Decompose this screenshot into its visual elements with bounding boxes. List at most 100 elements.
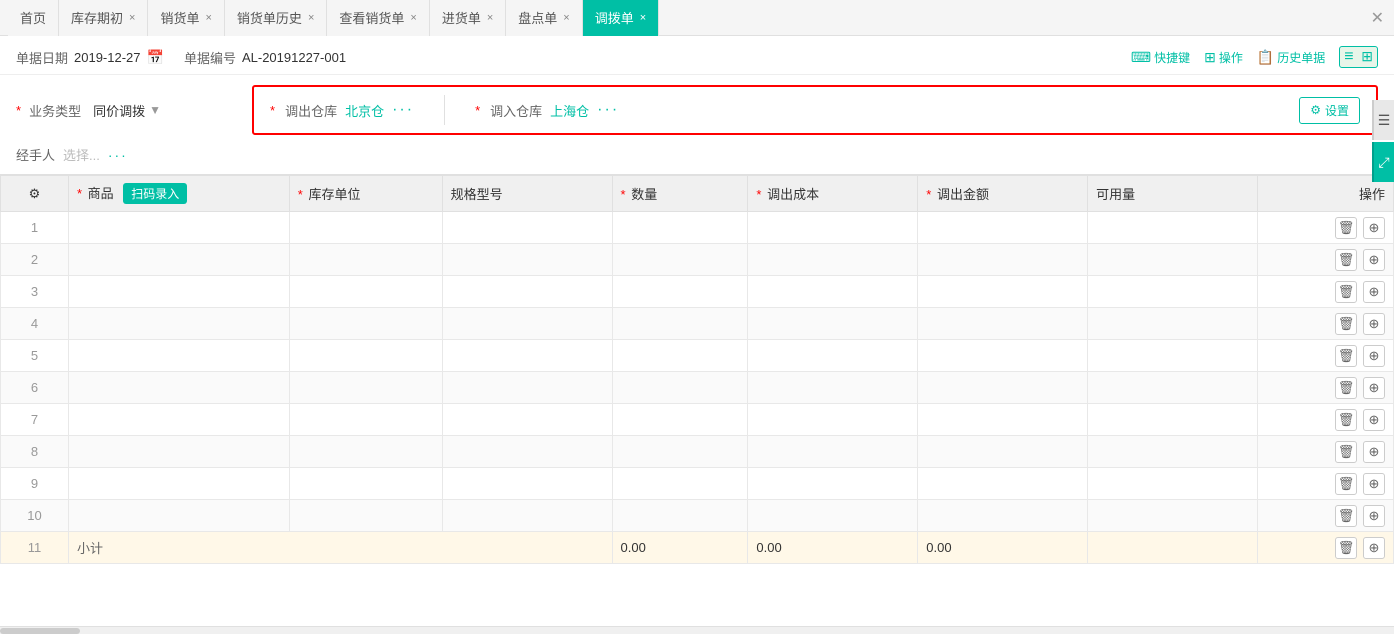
- row-unit[interactable]: [289, 340, 442, 372]
- tab-sales-history[interactable]: 销货单历史 ×: [225, 0, 327, 36]
- row-product[interactable]: [68, 404, 289, 436]
- list-view-icon[interactable]: ≡: [1344, 48, 1353, 65]
- row-delete-btn[interactable]: 🗑: [1335, 473, 1357, 495]
- tab-home[interactable]: 首页: [8, 0, 59, 36]
- tab-transfer-close[interactable]: ×: [640, 12, 646, 24]
- warehouse-out-more[interactable]: ···: [392, 101, 414, 119]
- row-qty[interactable]: [612, 308, 748, 340]
- scroll-thumb[interactable]: [0, 628, 80, 634]
- row-unit[interactable]: [289, 212, 442, 244]
- sidebar-expand-icon[interactable]: ⤢: [1372, 142, 1394, 182]
- subtotal-copy-btn[interactable]: ⊕: [1363, 537, 1385, 559]
- row-qty[interactable]: [612, 500, 748, 532]
- tab-purchase[interactable]: 进货单 ×: [430, 0, 506, 36]
- shortcut-button[interactable]: ⌨ 快捷键: [1131, 49, 1190, 66]
- warehouse-out-value[interactable]: 北京仓: [345, 101, 384, 120]
- row-qty[interactable]: [612, 276, 748, 308]
- row-unit[interactable]: [289, 276, 442, 308]
- row-cost[interactable]: [748, 308, 918, 340]
- handler-more[interactable]: ···: [108, 147, 128, 163]
- row-spec[interactable]: [442, 468, 612, 500]
- row-unit[interactable]: [289, 308, 442, 340]
- row-product[interactable]: [68, 436, 289, 468]
- warehouse-in-value[interactable]: 上海仓: [550, 101, 589, 120]
- row-delete-btn[interactable]: 🗑: [1335, 345, 1357, 367]
- row-copy-btn[interactable]: ⊕: [1363, 249, 1385, 271]
- row-amount[interactable]: [918, 276, 1088, 308]
- row-spec[interactable]: [442, 436, 612, 468]
- row-amount[interactable]: [918, 436, 1088, 468]
- row-available[interactable]: [1088, 372, 1258, 404]
- row-unit[interactable]: [289, 468, 442, 500]
- row-available[interactable]: [1088, 436, 1258, 468]
- row-amount[interactable]: [918, 468, 1088, 500]
- grid-view-icon[interactable]: ⊞: [1361, 48, 1373, 64]
- row-copy-btn[interactable]: ⊕: [1363, 505, 1385, 527]
- row-spec[interactable]: [442, 500, 612, 532]
- tab-sales-history-close[interactable]: ×: [308, 12, 314, 24]
- row-amount[interactable]: [918, 212, 1088, 244]
- row-spec[interactable]: [442, 308, 612, 340]
- scan-button[interactable]: 扫码录入: [123, 183, 187, 204]
- row-available[interactable]: [1088, 500, 1258, 532]
- warehouse-in-more[interactable]: ···: [597, 101, 619, 119]
- tab-inventory-init-close[interactable]: ×: [129, 12, 135, 24]
- row-delete-btn[interactable]: 🗑: [1335, 217, 1357, 239]
- row-product[interactable]: [68, 340, 289, 372]
- row-spec[interactable]: [442, 276, 612, 308]
- row-product[interactable]: [68, 308, 289, 340]
- operate-button[interactable]: ⊞ 操作: [1204, 49, 1243, 66]
- row-available[interactable]: [1088, 308, 1258, 340]
- row-cost[interactable]: [748, 340, 918, 372]
- row-copy-btn[interactable]: ⊕: [1363, 441, 1385, 463]
- tab-stocktake-close[interactable]: ×: [563, 12, 569, 24]
- row-cost[interactable]: [748, 436, 918, 468]
- calendar-icon[interactable]: 📅: [147, 49, 164, 66]
- row-amount[interactable]: [918, 244, 1088, 276]
- row-cost[interactable]: [748, 468, 918, 500]
- row-available[interactable]: [1088, 244, 1258, 276]
- row-available[interactable]: [1088, 340, 1258, 372]
- row-delete-btn[interactable]: 🗑: [1335, 505, 1357, 527]
- sidebar-list-icon[interactable]: ☰: [1372, 100, 1394, 140]
- row-product[interactable]: [68, 372, 289, 404]
- row-unit[interactable]: [289, 500, 442, 532]
- row-amount[interactable]: [918, 340, 1088, 372]
- row-product[interactable]: [68, 244, 289, 276]
- history-button[interactable]: 📋 历史单据: [1257, 49, 1325, 66]
- row-copy-btn[interactable]: ⊕: [1363, 217, 1385, 239]
- row-cost[interactable]: [748, 500, 918, 532]
- row-unit[interactable]: [289, 436, 442, 468]
- row-delete-btn[interactable]: 🗑: [1335, 313, 1357, 335]
- table-gear-icon[interactable]: ⚙: [29, 186, 41, 201]
- row-product[interactable]: [68, 468, 289, 500]
- row-product[interactable]: [68, 500, 289, 532]
- row-qty[interactable]: [612, 468, 748, 500]
- row-qty[interactable]: [612, 404, 748, 436]
- tab-sales-order[interactable]: 销货单 ×: [148, 0, 224, 36]
- row-amount[interactable]: [918, 308, 1088, 340]
- row-spec[interactable]: [442, 340, 612, 372]
- row-delete-btn[interactable]: 🗑: [1335, 377, 1357, 399]
- row-cost[interactable]: [748, 276, 918, 308]
- row-cost[interactable]: [748, 372, 918, 404]
- row-qty[interactable]: [612, 244, 748, 276]
- row-copy-btn[interactable]: ⊕: [1363, 345, 1385, 367]
- row-unit[interactable]: [289, 372, 442, 404]
- row-copy-btn[interactable]: ⊕: [1363, 281, 1385, 303]
- tab-view-sales-close[interactable]: ×: [410, 12, 416, 24]
- row-unit[interactable]: [289, 244, 442, 276]
- col-gear[interactable]: ⚙: [1, 176, 69, 212]
- settings-button[interactable]: ⚙ 设置: [1299, 97, 1360, 124]
- row-product[interactable]: [68, 212, 289, 244]
- row-qty[interactable]: [612, 212, 748, 244]
- row-available[interactable]: [1088, 212, 1258, 244]
- row-qty[interactable]: [612, 436, 748, 468]
- row-delete-btn[interactable]: 🗑: [1335, 441, 1357, 463]
- row-unit[interactable]: [289, 404, 442, 436]
- row-copy-btn[interactable]: ⊕: [1363, 473, 1385, 495]
- row-available[interactable]: [1088, 276, 1258, 308]
- row-qty[interactable]: [612, 372, 748, 404]
- window-close-button[interactable]: ✕: [1371, 8, 1384, 28]
- row-qty[interactable]: [612, 340, 748, 372]
